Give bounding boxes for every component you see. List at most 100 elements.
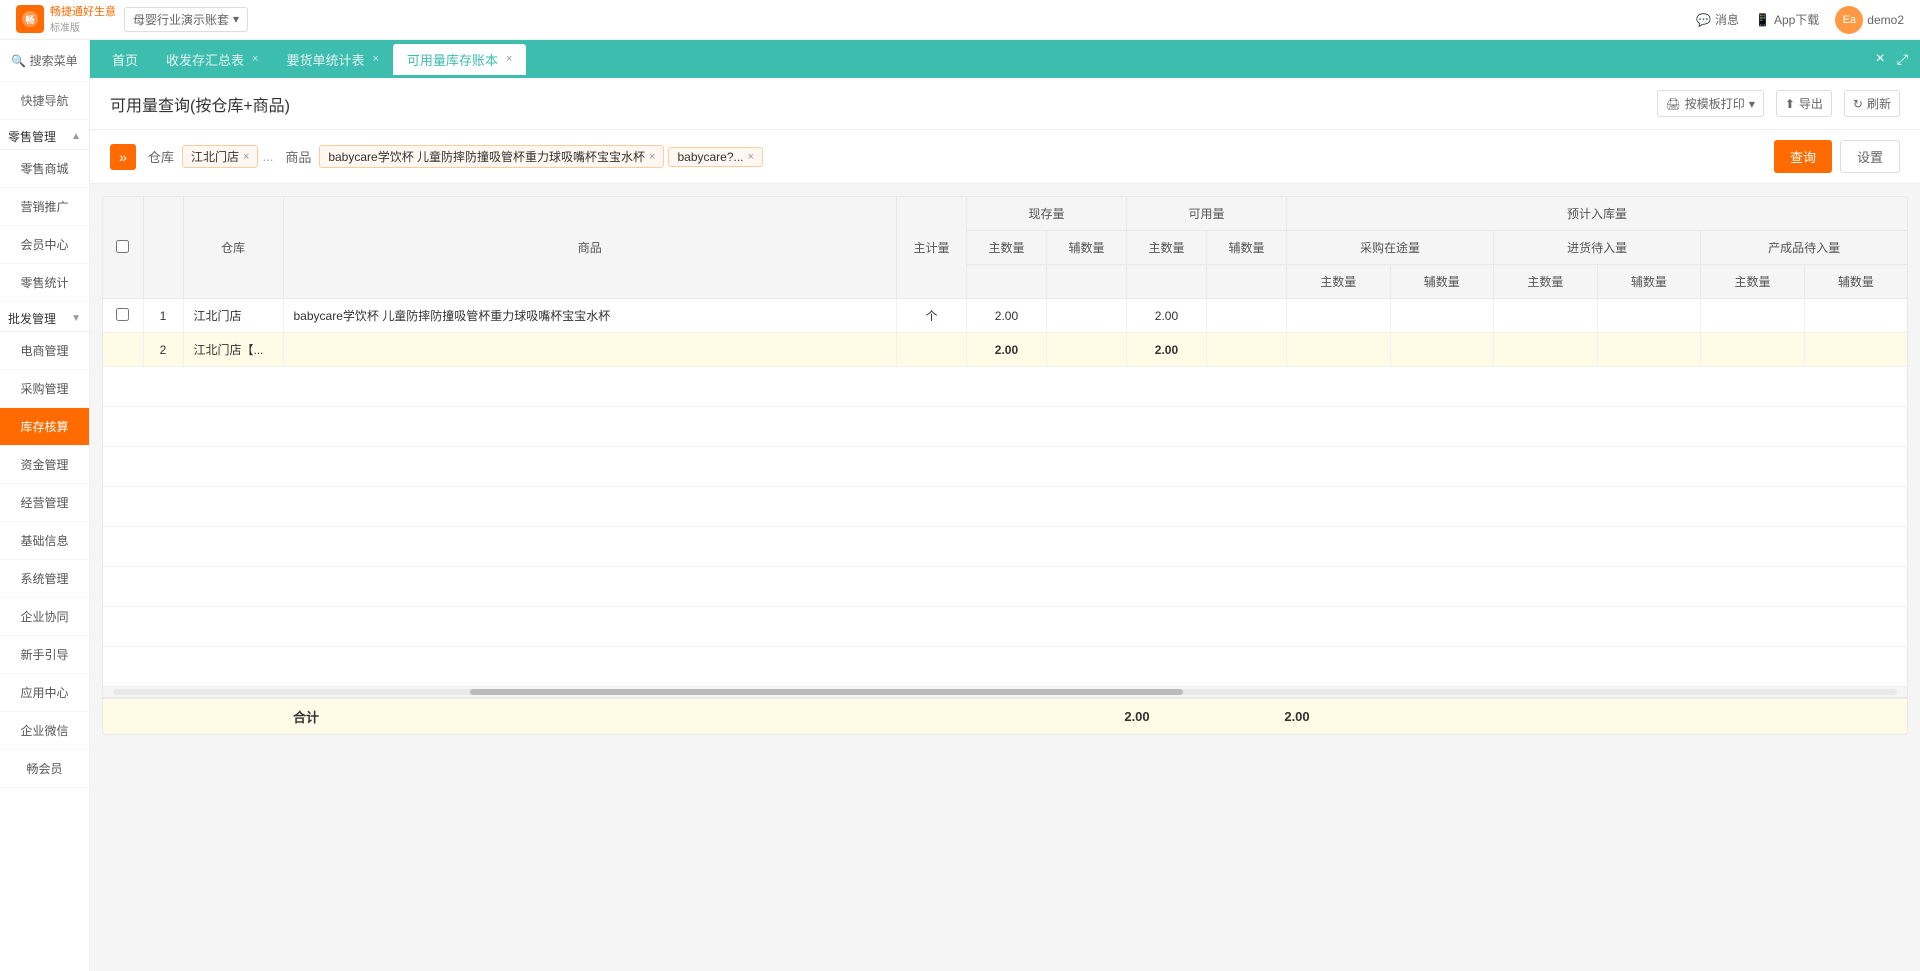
th-current-stock: 现存量 — [966, 197, 1126, 231]
search-icon: 🔍 — [11, 54, 26, 68]
sidebar-item-wholesale-mgmt[interactable]: 批发管理 ▼ — [0, 302, 89, 332]
close-available-stock-icon[interactable]: × — [506, 53, 512, 65]
th-no — [143, 197, 183, 299]
row1-purchase-main — [1286, 299, 1390, 333]
nav-tabs: 首页 收发存汇总表 × 要货单统计表 × 可用量库存账本 × × ⤢ — [90, 40, 1920, 78]
top-bar-left: 畅 畅捷通好生意 标准版 母婴行业演示账套 ▾ — [16, 5, 248, 34]
horizontal-scrollbar[interactable] — [103, 687, 1907, 697]
row2-avail-main: 2.00 — [1126, 333, 1206, 367]
sidebar-item-finance[interactable]: 资金管理 — [0, 446, 89, 484]
row2-current-main: 2.00 — [966, 333, 1046, 367]
th-production-aux: 辅数量 — [1804, 265, 1907, 299]
industry-label: 母婴行业演示账套 — [133, 11, 229, 28]
sidebar-item-inventory[interactable]: 库存核算 — [0, 408, 89, 446]
sidebar-item-retail-mall[interactable]: 零售商城 — [0, 150, 89, 188]
export-button[interactable]: ⬆ 导出 — [1776, 90, 1832, 117]
tab-available-stock[interactable]: 可用量库存账本 × — [393, 44, 526, 75]
product-tag-1-remove[interactable]: × — [649, 151, 655, 163]
row1-current-aux — [1046, 299, 1126, 333]
expand-icon[interactable]: ⤢ — [1893, 51, 1912, 68]
retail-stats-label: 零售统计 — [20, 276, 68, 290]
close-all-tabs-button[interactable]: × — [1867, 50, 1892, 68]
th-avail-main2 — [1126, 265, 1206, 299]
operations-label: 经营管理 — [20, 496, 68, 510]
sidebar-item-operations[interactable]: 经营管理 — [0, 484, 89, 522]
setting-button[interactable]: 设置 — [1840, 140, 1900, 173]
sidebar-item-ecommerce[interactable]: 电商管理 — [0, 332, 89, 370]
inventory-label: 库存核算 — [20, 420, 68, 434]
th-warehouse: 仓库 — [183, 197, 283, 299]
sidebar-item-retail-stats[interactable]: 零售统计 — [0, 264, 89, 302]
th-current-main2 — [966, 265, 1046, 299]
refresh-button[interactable]: ↻ 刷新 — [1844, 90, 1900, 117]
th-purchase-transit: 采购在途量 — [1286, 231, 1493, 265]
sidebar-item-enterprise-wechat[interactable]: 企业微信 — [0, 712, 89, 750]
finance-label: 资金管理 — [20, 458, 68, 472]
row2-purchase-aux — [1390, 333, 1494, 367]
sidebar-item-member[interactable]: 会员中心 — [0, 226, 89, 264]
select-all-checkbox[interactable] — [116, 240, 129, 253]
row2-current-aux — [1046, 333, 1126, 367]
sidebar-search[interactable]: 🔍 搜索菜单 — [0, 40, 89, 82]
summary-avail-main: 2.00 — [1257, 709, 1337, 724]
tab-home[interactable]: 首页 — [98, 44, 152, 75]
order-stats-tab-label: 要货单统计表 — [286, 50, 364, 69]
sidebar-item-enterprise[interactable]: 企业协同 — [0, 598, 89, 636]
logo-sub: 标准版 — [50, 19, 116, 34]
wholesale-mgmt-label: 批发管理 — [8, 310, 56, 327]
marketing-label: 营销推广 — [20, 200, 68, 214]
row1-avail-aux — [1206, 299, 1286, 333]
close-order-stats-icon[interactable]: × — [372, 53, 378, 65]
template-print-button[interactable]: 🖨 按模板打印 ▾ — [1657, 90, 1764, 117]
sidebar-item-basic-info[interactable]: 基础信息 — [0, 522, 89, 560]
logo-icon: 畅 — [16, 5, 44, 33]
sidebar-item-vip[interactable]: 畅会员 — [0, 750, 89, 788]
row1-current-main: 2.00 — [966, 299, 1046, 333]
row2-unit — [896, 333, 966, 367]
sidebar-item-system[interactable]: 系统管理 — [0, 560, 89, 598]
product-tag-2-remove[interactable]: × — [748, 151, 754, 163]
warehouse-more-dots[interactable]: ... — [262, 149, 273, 164]
chevron-print-icon: ▾ — [1749, 97, 1755, 111]
product-tag-1: babycare学饮杯 儿童防摔防撞吸管杯重力球吸嘴杯宝宝水杯 × — [319, 145, 664, 168]
scrollbar-thumb[interactable] — [470, 689, 1184, 695]
svg-text:畅: 畅 — [25, 14, 34, 25]
message-action[interactable]: 💬 消息 — [1696, 11, 1739, 28]
app-download-action[interactable]: 📱 App下载 — [1755, 11, 1819, 28]
filter-toggle-button[interactable]: » — [110, 144, 136, 170]
user-area[interactable]: Ea demo2 — [1835, 6, 1904, 34]
tab-receivable[interactable]: 收发存汇总表 × — [152, 44, 272, 75]
row1-checkbox[interactable] — [103, 299, 143, 333]
message-icon: 💬 — [1696, 13, 1711, 27]
row2-arrival-aux — [1597, 333, 1701, 367]
sidebar-item-app-center[interactable]: 应用中心 — [0, 674, 89, 712]
retail-mall-label: 零售商城 — [20, 162, 68, 176]
sidebar-item-marketing[interactable]: 营销推广 — [0, 188, 89, 226]
filter-area: » 仓库 江北门店 × ... 商品 babycare学饮杯 儿童防摔防撞吸管杯… — [90, 130, 1920, 184]
empty-row — [103, 567, 1907, 607]
row1-unit: 个 — [896, 299, 966, 333]
arrow-icon: ▲ — [71, 131, 81, 142]
warehouse-tag-remove[interactable]: × — [243, 151, 249, 163]
data-table: 仓库 商品 主计量 现存量 可用量 预计入库量 主数量 辅数量 主数量 辅数量 … — [103, 197, 1907, 687]
query-button[interactable]: 查询 — [1774, 140, 1832, 173]
row2-no: 2 — [143, 333, 183, 367]
sidebar-item-purchase[interactable]: 采购管理 — [0, 370, 89, 408]
sidebar-item-retail-mgmt[interactable]: 零售管理 ▲ — [0, 120, 89, 150]
empty-row — [103, 367, 1907, 407]
toggle-icon: » — [119, 149, 127, 165]
close-receivable-icon[interactable]: × — [252, 53, 258, 65]
row2-checkbox[interactable] — [103, 333, 143, 367]
empty-row — [103, 447, 1907, 487]
row1-production-main — [1701, 299, 1805, 333]
sidebar-quick-nav[interactable]: 快捷导航 — [0, 82, 89, 120]
row1-arrival-aux — [1597, 299, 1701, 333]
industry-selector[interactable]: 母婴行业演示账套 ▾ — [124, 7, 248, 32]
retail-mgmt-label: 零售管理 — [8, 128, 56, 145]
sidebar-item-newbie[interactable]: 新手引导 — [0, 636, 89, 674]
print-icon: 🖨 — [1666, 97, 1681, 111]
member-label: 会员中心 — [20, 238, 68, 252]
th-checkbox[interactable] — [103, 197, 143, 299]
main-content: 可用量查询(按仓库+商品) 🖨 按模板打印 ▾ ⬆ 导出 ↻ 刷新 » 仓库 — [90, 78, 1920, 971]
tab-order-stats[interactable]: 要货单统计表 × — [272, 44, 392, 75]
